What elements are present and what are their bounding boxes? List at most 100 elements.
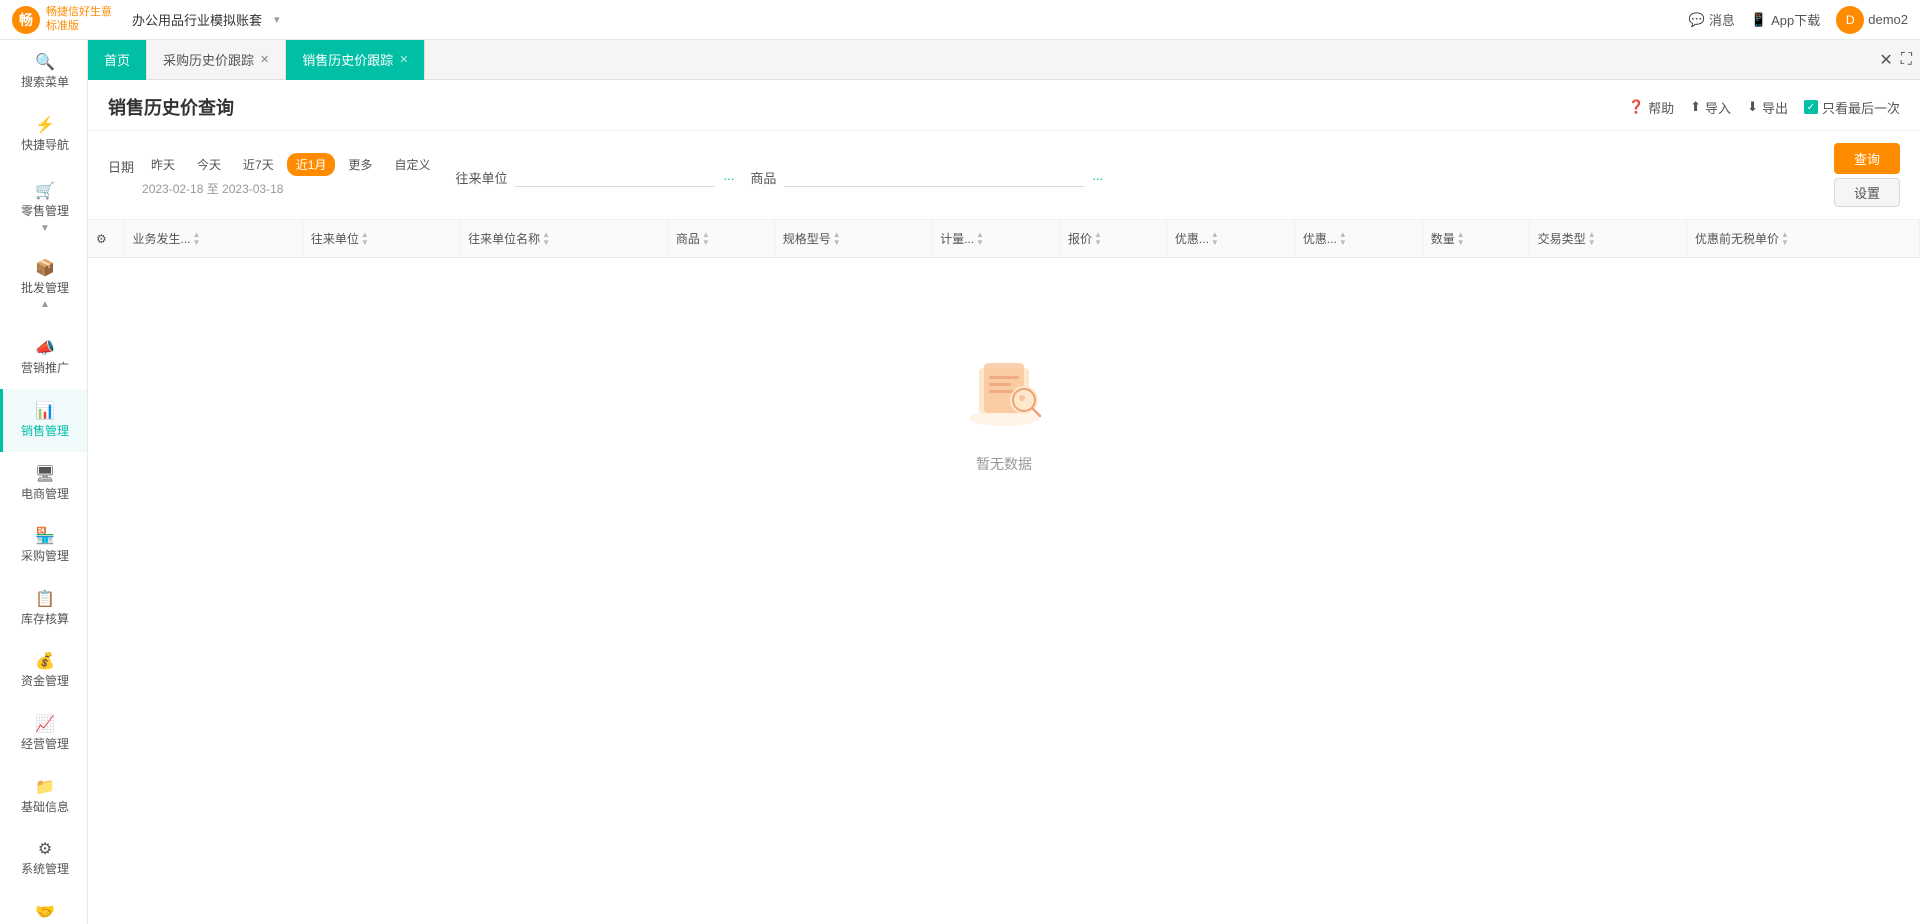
date-btn-custom[interactable]: 自定义 <box>385 153 439 176</box>
col-biz-date[interactable]: 业务发生... ▲▼ <box>124 220 302 258</box>
sidebar-item-inventory[interactable]: 📋 库存核算 <box>0 577 87 640</box>
col-goods[interactable]: 商品 ▲▼ <box>667 220 774 258</box>
col-quote-price[interactable]: 报价 ▲▼ <box>1059 220 1166 258</box>
marketing-icon: 📣 <box>35 338 55 358</box>
checkbox-icon: ✓ <box>1804 100 1818 114</box>
partner-filter-group: 往来单位 ... <box>455 163 734 187</box>
page-content: 销售历史价查询 ❓ 帮助 ⬆ 导入 ⬇ 导出 ✓ <box>88 80 1920 924</box>
top-bar: 畅 畅捷信好生意 标准版 办公用品行业模拟账套 ▾ 💬 消息 📱 App下载 D… <box>0 0 1920 40</box>
sidebar-item-marketing[interactable]: 📣 营销推广 <box>0 326 87 389</box>
close-purchase-tab[interactable]: ✕ <box>260 53 269 66</box>
col-trade-type[interactable]: 交易类型 ▲▼ <box>1529 220 1686 258</box>
tab-bar-actions: ✕ ⛶ <box>1879 50 1920 70</box>
search-icon: 🔍 <box>35 52 55 72</box>
date-buttons: 昨天 今天 近7天 近1月 更多 自定义 <box>142 153 439 176</box>
col-unit[interactable]: 计量... ▲▼ <box>932 220 1060 258</box>
sort-arrows-discount1: ▲▼ <box>1211 231 1219 247</box>
basic-icon: 📁 <box>35 777 55 797</box>
sort-arrows-pretax-price: ▲▼ <box>1781 231 1789 247</box>
sidebar-item-system[interactable]: ⚙ 系统管理 <box>0 827 87 890</box>
partner-ellipsis[interactable]: ... <box>723 168 734 183</box>
col-discount2[interactable]: 优惠... ▲▼ <box>1294 220 1422 258</box>
sort-arrows-quantity: ▲▼ <box>1457 231 1465 247</box>
help-icon: ❓ <box>1628 99 1644 115</box>
date-btn-today[interactable]: 今天 <box>188 153 230 176</box>
help-btn[interactable]: ❓ 帮助 <box>1628 98 1674 117</box>
query-button[interactable]: 查询 <box>1834 143 1900 174</box>
shortcut-icon: ⚡ <box>35 115 55 135</box>
sidebar-item-operations[interactable]: 📈 经营管理 <box>0 702 87 765</box>
sidebar-item-wholesale[interactable]: 📦 批发管理 ▲ <box>0 246 87 323</box>
message-btn[interactable]: 💬 消息 <box>1689 10 1735 29</box>
col-quantity[interactable]: 数量 ▲▼ <box>1422 220 1529 258</box>
logo-text: 畅捷信好生意 标准版 <box>46 6 112 32</box>
date-btn-7days[interactable]: 近7天 <box>234 153 283 176</box>
goods-ellipsis[interactable]: ... <box>1092 168 1103 183</box>
sidebar-item-shortcut[interactable]: ⚡ 快捷导航 <box>0 103 87 166</box>
system-icon: ⚙ <box>38 839 52 859</box>
col-spec[interactable]: 规格型号 ▲▼ <box>774 220 931 258</box>
date-btn-yesterday[interactable]: 昨天 <box>142 153 184 176</box>
avatar: D <box>1836 6 1864 34</box>
user-area[interactable]: D demo2 <box>1836 6 1908 34</box>
operations-icon: 📈 <box>35 714 55 734</box>
logo-area: 畅 畅捷信好生意 标准版 <box>12 6 112 34</box>
main-layout: 🔍 搜索菜单 ⚡ 快捷导航 🛒 零售管理 ▼ 📦 批发管理 ▲ 📣 营销推广 📊… <box>0 40 1920 924</box>
settings-button[interactable]: 设置 <box>1834 178 1900 207</box>
sidebar-item-ecommerce[interactable]: 🖥 电商管理 <box>0 452 87 515</box>
retail-arrow: ▼ <box>40 223 50 234</box>
sort-arrows-goods: ▲▼ <box>702 231 710 247</box>
sidebar-item-enterprise[interactable]: 🤝 企业协同 <box>0 890 87 924</box>
app-download-btn[interactable]: 📱 App下载 <box>1751 10 1820 29</box>
sidebar-item-retail[interactable]: 🛒 零售管理 ▼ <box>0 169 87 246</box>
sort-arrows-partner-code: ▲▼ <box>361 231 369 247</box>
sort-arrows-biz-date: ▲▼ <box>193 231 201 247</box>
wholesale-arrow: ▲ <box>40 299 50 310</box>
import-btn[interactable]: ⬆ 导入 <box>1690 98 1731 117</box>
date-label: 日期 <box>108 153 134 176</box>
close-all-tabs-btn[interactable]: ✕ <box>1879 50 1892 70</box>
filter-actions: 查询 设置 <box>1834 143 1900 207</box>
date-btn-1month[interactable]: 近1月 <box>287 153 336 176</box>
message-icon: 💬 <box>1689 12 1705 28</box>
col-gear[interactable]: ⚙ <box>88 220 124 258</box>
retail-icon: 🛒 <box>35 181 55 201</box>
ecommerce-icon: 🖥 <box>35 464 55 484</box>
data-table: ⚙ 业务发生... ▲▼ 往来单位 ▲▼ <box>88 220 1920 258</box>
sidebar-item-finance[interactable]: 💰 资金管理 <box>0 639 87 702</box>
sidebar-item-search[interactable]: 🔍 搜索菜单 <box>0 40 87 103</box>
date-filter-group: 日期 昨天 今天 近7天 近1月 更多 自定义 2023-02-18 至 202… <box>108 153 439 197</box>
top-bar-left: 畅 畅捷信好生意 标准版 办公用品行业模拟账套 ▾ <box>12 6 280 34</box>
date-range-text: 2023-02-18 至 2023-03-18 <box>142 180 439 197</box>
goods-filter-group: 商品 ... <box>750 163 1103 187</box>
empty-illustration <box>954 338 1054 438</box>
tab-purchase-track[interactable]: 采购历史价跟踪 ✕ <box>147 40 286 80</box>
partner-input[interactable] <box>515 163 715 187</box>
maximize-btn[interactable]: ⛶ <box>1901 51 1912 69</box>
export-icon: ⬇ <box>1747 99 1758 115</box>
col-pretax-price[interactable]: 优惠前无税单价 ▲▼ <box>1686 220 1919 258</box>
only-last-checkbox[interactable]: ✓ 只看最后一次 <box>1804 98 1900 117</box>
date-btn-more[interactable]: 更多 <box>339 153 381 176</box>
finance-icon: 💰 <box>35 651 55 671</box>
goods-input[interactable] <box>784 163 1084 187</box>
sales-icon: 📊 <box>35 401 55 421</box>
wholesale-icon: 📦 <box>35 258 55 278</box>
col-partner-name[interactable]: 往来单位名称 ▲▼ <box>460 220 668 258</box>
tab-sales-track[interactable]: 销售历史价跟踪 ✕ <box>286 40 425 80</box>
table-container: ⚙ 业务发生... ▲▼ 往来单位 ▲▼ <box>88 220 1920 554</box>
sidebar-item-basic[interactable]: 📁 基础信息 <box>0 765 87 828</box>
sort-arrows-partner-name: ▲▼ <box>542 231 550 247</box>
sidebar-item-purchase[interactable]: 🏪 采购管理 <box>0 514 87 577</box>
col-partner-code[interactable]: 往来单位 ▲▼ <box>302 220 459 258</box>
import-icon: ⬆ <box>1690 99 1701 115</box>
sidebar: 🔍 搜索菜单 ⚡ 快捷导航 🛒 零售管理 ▼ 📦 批发管理 ▲ 📣 营销推广 📊… <box>0 40 88 924</box>
sort-arrows-spec: ▲▼ <box>833 231 841 247</box>
app-title-dropdown[interactable]: ▾ <box>274 13 280 26</box>
close-sales-tab[interactable]: ✕ <box>399 53 408 66</box>
tab-home[interactable]: 首页 <box>88 40 147 80</box>
sidebar-item-sales[interactable]: 📊 销售管理 <box>0 389 87 452</box>
col-discount1[interactable]: 优惠... ▲▼ <box>1166 220 1294 258</box>
purchase-icon: 🏪 <box>35 526 55 546</box>
export-btn[interactable]: ⬇ 导出 <box>1747 98 1788 117</box>
